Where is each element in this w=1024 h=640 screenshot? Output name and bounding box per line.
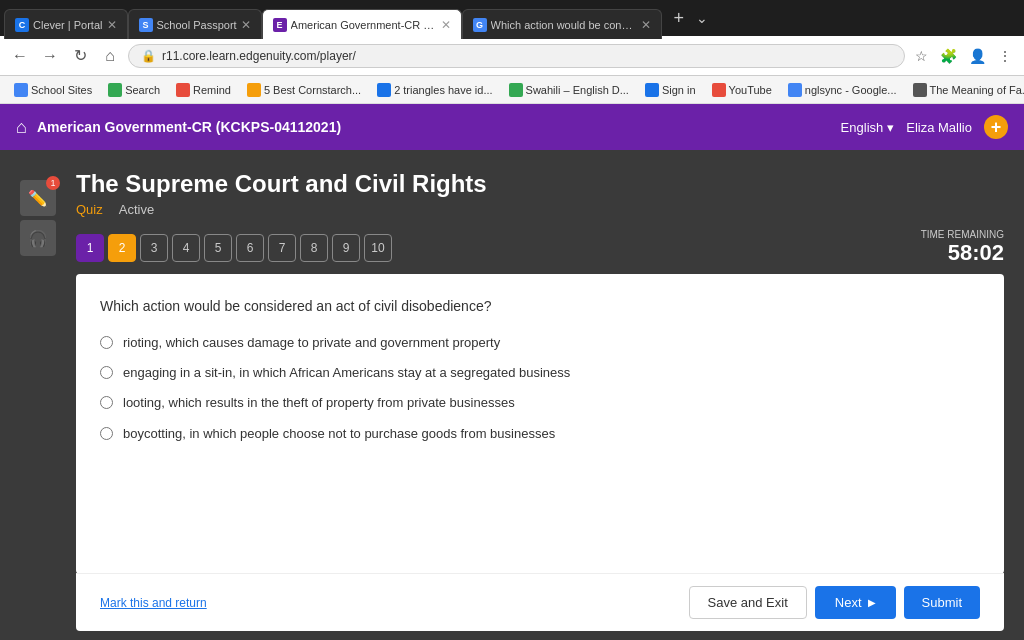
tab-which-action[interactable]: G Which action would be consi... ✕ <box>462 9 662 39</box>
url-text: r11.core.learn.edgenuity.com/player/ <box>162 49 892 63</box>
timer-label: TIME REMAINING <box>921 229 1004 240</box>
tab-close-passport[interactable]: ✕ <box>241 18 251 32</box>
tab-close-clever[interactable]: ✕ <box>107 18 117 32</box>
bookmark-school-sites[interactable]: School Sites <box>8 81 98 99</box>
quiz-meta: Quiz Active <box>76 202 1004 217</box>
question-number-5[interactable]: 5 <box>204 234 232 262</box>
question-number-6[interactable]: 6 <box>236 234 264 262</box>
back-button[interactable]: ← <box>8 47 32 65</box>
tab-close-american-gov[interactable]: ✕ <box>441 18 451 32</box>
pencil-icon: ✏️ <box>28 189 48 208</box>
home-icon[interactable]: ⌂ <box>16 117 27 138</box>
tab-title-passport: School Passport <box>157 19 237 31</box>
bookmark-youtube[interactable]: YouTube <box>706 81 778 99</box>
quiz-title: The Supreme Court and Civil Rights <box>76 170 1004 198</box>
question-numbers: 1 2 3 4 5 6 7 8 9 10 <box>76 234 392 262</box>
refresh-button[interactable]: ↻ <box>68 46 92 65</box>
answer-options: rioting, which causes damage to private … <box>100 334 980 443</box>
bookmark-signin[interactable]: Sign in <box>639 81 702 99</box>
bookmarks-bar: School Sites Search Remind 5 Best Cornst… <box>0 76 1024 104</box>
answer-option-2[interactable]: engaging in a sit-in, in which African A… <box>100 364 980 382</box>
footer-actions: Save and Exit Next Submit <box>689 586 980 619</box>
mark-return-link[interactable]: Mark this and return <box>100 596 207 610</box>
address-bar: ← → ↻ ⌂ 🔒 r11.core.learn.edgenuity.com/p… <box>0 36 1024 76</box>
tab-clever-portal[interactable]: C Clever | Portal ✕ <box>4 9 128 39</box>
next-button[interactable]: Next <box>815 586 896 619</box>
question-nav-row: 1 2 3 4 5 6 7 8 9 10 TIME REMAINING 58:0… <box>76 229 1004 266</box>
extensions-button[interactable]: 🧩 <box>936 46 961 66</box>
bookmark-remind[interactable]: Remind <box>170 81 237 99</box>
question-number-7[interactable]: 7 <box>268 234 296 262</box>
headphone-icon: 🎧 <box>28 229 48 248</box>
question-number-4[interactable]: 4 <box>172 234 200 262</box>
tool-badge: 1 <box>46 176 60 190</box>
pencil-tool-button[interactable]: ✏️ 1 <box>20 180 56 216</box>
home-button[interactable]: ⌂ <box>98 47 122 65</box>
tab-title-clever: Clever | Portal <box>33 19 103 31</box>
quiz-panel: The Supreme Court and Civil Rights Quiz … <box>76 170 1004 631</box>
main-content: ✏️ 1 🎧 The Supreme Court and Civil Right… <box>0 150 1024 640</box>
answer-option-3[interactable]: looting, which results in the theft of p… <box>100 394 980 412</box>
profile-button[interactable]: 👤 <box>965 46 990 66</box>
question-number-2[interactable]: 2 <box>108 234 136 262</box>
tab-overflow-button[interactable]: ⌄ <box>692 10 712 26</box>
lock-icon: 🔒 <box>141 49 156 63</box>
sidebar-tools: ✏️ 1 🎧 <box>20 170 56 631</box>
bookmark-triangles[interactable]: 2 triangles have id... <box>371 81 498 99</box>
quiz-header: The Supreme Court and Civil Rights Quiz … <box>76 170 1004 217</box>
url-bar[interactable]: 🔒 r11.core.learn.edgenuity.com/player/ <box>128 44 905 68</box>
radio-opt1[interactable] <box>100 336 113 349</box>
answer-label-2: engaging in a sit-in, in which African A… <box>123 364 570 382</box>
timer-value: 58:02 <box>921 240 1004 266</box>
save-exit-button[interactable]: Save and Exit <box>689 586 807 619</box>
bookmark-swahili[interactable]: Swahili – English D... <box>503 81 635 99</box>
radio-opt2[interactable] <box>100 366 113 379</box>
question-number-8[interactable]: 8 <box>300 234 328 262</box>
question-number-3[interactable]: 3 <box>140 234 168 262</box>
question-number-9[interactable]: 9 <box>332 234 360 262</box>
language-selector[interactable]: English ▾ <box>841 120 895 135</box>
submit-button[interactable]: Submit <box>904 586 980 619</box>
user-name: Eliza Mallio <box>906 120 972 135</box>
tab-school-passport[interactable]: S School Passport ✕ <box>128 9 262 39</box>
answer-option-4[interactable]: boycotting, in which people choose not t… <box>100 425 980 443</box>
add-button[interactable]: + <box>984 115 1008 139</box>
quiz-label: Quiz <box>76 202 103 217</box>
headphone-tool-button[interactable]: 🎧 <box>20 220 56 256</box>
card-footer: Mark this and return Save and Exit Next … <box>76 573 1004 631</box>
answer-option-1[interactable]: rioting, which causes damage to private … <box>100 334 980 352</box>
bookmark-button[interactable]: ☆ <box>911 46 932 66</box>
language-label: English <box>841 120 884 135</box>
answer-label-3: looting, which results in the theft of p… <box>123 394 515 412</box>
new-tab-button[interactable]: + <box>670 8 689 29</box>
bookmark-cornstarch[interactable]: 5 Best Cornstarch... <box>241 81 367 99</box>
tab-american-gov[interactable]: E American Government-CR (K... ✕ <box>262 9 462 39</box>
question-number-10[interactable]: 10 <box>364 234 392 262</box>
tab-title-american-gov: American Government-CR (K... <box>291 19 437 31</box>
tab-title-which-action: Which action would be consi... <box>491 19 637 31</box>
timer-box: TIME REMAINING 58:02 <box>921 229 1004 266</box>
forward-button[interactable]: → <box>38 47 62 65</box>
question-card: Which action would be considered an act … <box>76 274 1004 631</box>
course-title: American Government-CR (KCKPS-04112021) <box>37 119 341 135</box>
tab-close-which-action[interactable]: ✕ <box>641 18 651 32</box>
answer-label-4: boycotting, in which people choose not t… <box>123 425 555 443</box>
radio-opt4[interactable] <box>100 427 113 440</box>
answer-label-1: rioting, which causes damage to private … <box>123 334 500 352</box>
bookmark-meaning[interactable]: The Meaning of Fa... <box>907 81 1024 99</box>
menu-button[interactable]: ⋮ <box>994 46 1016 66</box>
chevron-down-icon: ▾ <box>887 120 894 135</box>
quiz-status: Active <box>119 202 154 217</box>
bookmark-search[interactable]: Search <box>102 81 166 99</box>
question-text: Which action would be considered an act … <box>100 298 980 314</box>
tab-bar: C Clever | Portal ✕ S School Passport ✕ … <box>0 0 1024 36</box>
app-header: ⌂ American Government-CR (KCKPS-04112021… <box>0 104 1024 150</box>
bookmark-nglsync[interactable]: nglsync - Google... <box>782 81 903 99</box>
question-number-1[interactable]: 1 <box>76 234 104 262</box>
radio-opt3[interactable] <box>100 396 113 409</box>
